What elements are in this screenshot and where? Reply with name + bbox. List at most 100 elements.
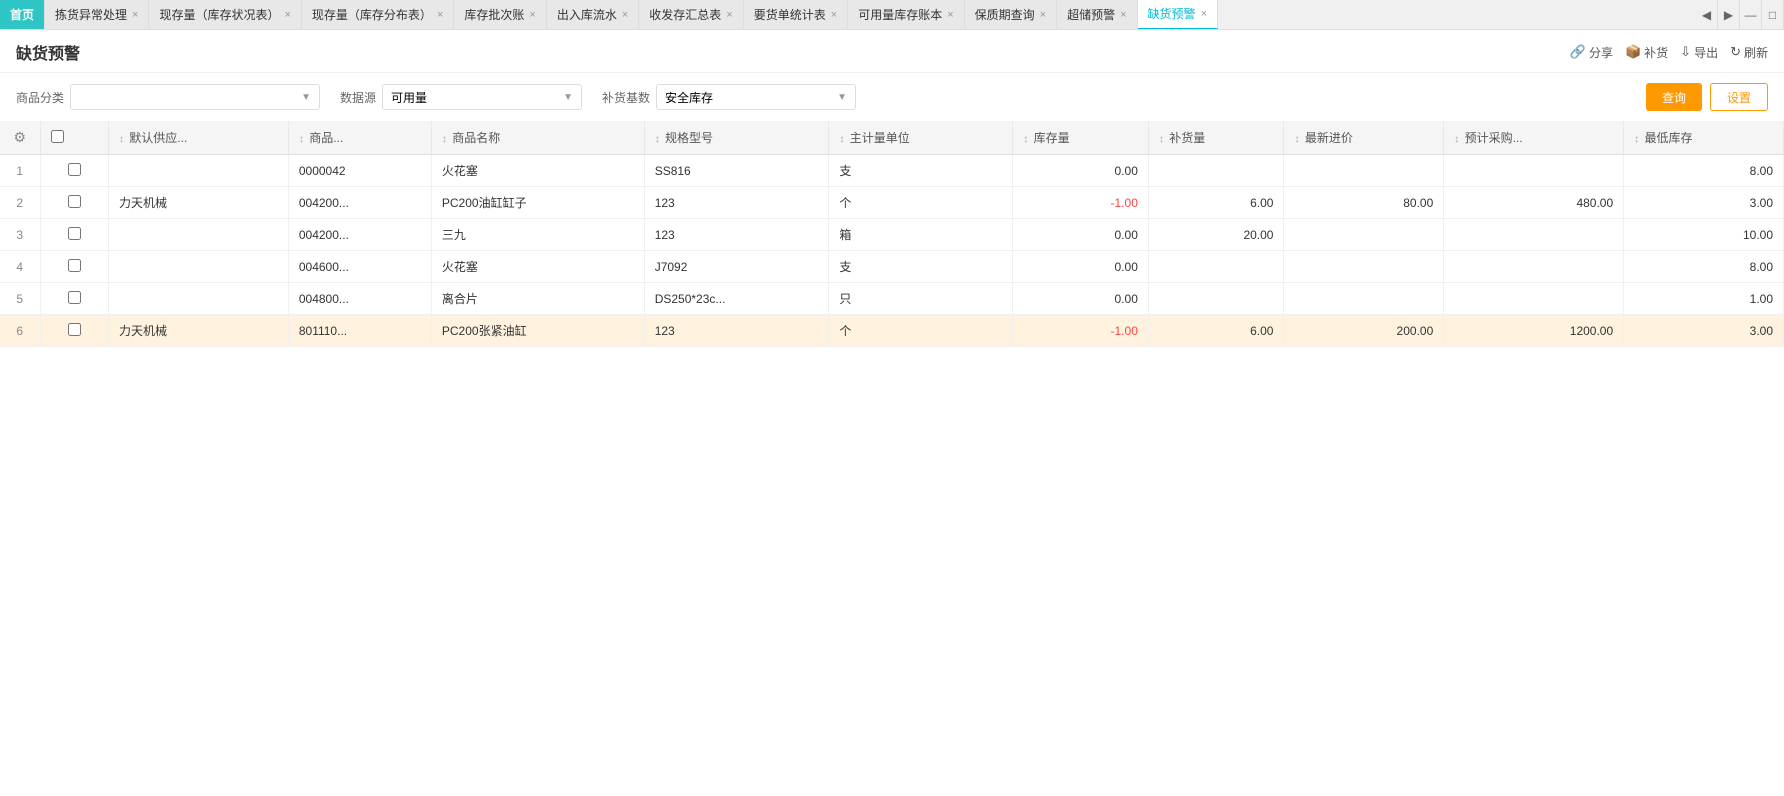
tab-close-available-ledger[interactable]: ×: [947, 9, 953, 21]
col-estimated-purchase[interactable]: ↕ 预计采购...: [1444, 121, 1624, 155]
row-check-3[interactable]: [68, 259, 81, 272]
table-row[interactable]: 6 力天机械 801110... PC200张紧油缸 123 个 -1.00 6…: [0, 315, 1784, 347]
refresh-btn[interactable]: ↻ 刷新: [1730, 44, 1768, 61]
tab-receive-summary[interactable]: 收发存汇总表 ×: [639, 0, 743, 30]
row-check-0[interactable]: [68, 163, 81, 176]
tab-bar: 首页 拣货异常处理×现存量（库存状况表）×现存量（库存分布表）×库存批次账×出入…: [0, 0, 1784, 30]
tab-close-expiry-query[interactable]: ×: [1040, 9, 1046, 21]
table-row[interactable]: 4 004600... 火花塞 J7092 支 0.00 8.00: [0, 251, 1784, 283]
row-check-4[interactable]: [68, 291, 81, 304]
row-checkbox-2[interactable]: [40, 219, 108, 251]
category-chevron-icon: ▼: [301, 92, 311, 103]
row-checkbox-4[interactable]: [40, 283, 108, 315]
tab-close-batch-account[interactable]: ×: [529, 9, 535, 21]
col-spec[interactable]: ↕ 规格型号: [644, 121, 829, 155]
header-actions: 🔗 分享 📦 补货 ⇩ 导出 ↻ 刷新: [1570, 44, 1768, 61]
row-checkbox-1[interactable]: [40, 187, 108, 219]
row-spec-5: 123: [644, 315, 829, 347]
row-check-1[interactable]: [68, 195, 81, 208]
col-restock-qty[interactable]: ↕ 补货量: [1148, 121, 1284, 155]
tab-batch-account[interactable]: 库存批次账×: [454, 0, 546, 30]
row-price-3: [1284, 251, 1444, 283]
col-unit-label: 主计量单位: [850, 131, 910, 145]
tab-abnormal[interactable]: 拣货异常处理×: [45, 0, 149, 30]
row-restock-4: [1148, 283, 1284, 315]
tab-label-expiry-query: 保质期查询: [975, 6, 1035, 23]
row-minstock-3: 8.00: [1624, 251, 1784, 283]
row-supplier-1: 力天机械: [108, 187, 288, 219]
tab-next-btn[interactable]: ▶: [1718, 0, 1740, 30]
datasource-select[interactable]: 可用量 ▼: [382, 84, 582, 110]
tab-close-demand-stats[interactable]: ×: [831, 9, 837, 21]
sort-estimated-icon: ↕: [1454, 134, 1459, 145]
tab-label-receive-summary: 收发存汇总表: [649, 6, 721, 23]
col-stock[interactable]: ↕ 库存量: [1013, 121, 1149, 155]
share-btn[interactable]: 🔗 分享: [1570, 44, 1613, 61]
col-product-code[interactable]: ↕ 商品...: [288, 121, 431, 155]
col-product-name[interactable]: ↕ 商品名称: [431, 121, 644, 155]
query-button[interactable]: 查询: [1646, 83, 1702, 111]
col-gear[interactable]: ⚙: [0, 121, 40, 155]
table-row[interactable]: 3 004200... 三九 123 箱 0.00 20.00 10.00: [0, 219, 1784, 251]
row-num-0: 1: [0, 155, 40, 187]
tab-overstock[interactable]: 超储预警×: [1057, 0, 1137, 30]
row-estimated-0: [1444, 155, 1624, 187]
tab-minimize-btn[interactable]: —: [1740, 0, 1762, 30]
row-stock-4: 0.00: [1013, 283, 1149, 315]
tab-available-ledger[interactable]: 可用量库存账本 ×: [848, 0, 964, 30]
tab-inventory-dist[interactable]: 现存量（库存分布表）×: [302, 0, 454, 30]
row-num-1: 2: [0, 187, 40, 219]
gear-icon[interactable]: ⚙: [13, 129, 26, 145]
row-price-0: [1284, 155, 1444, 187]
tab-close-inout-flow[interactable]: ×: [622, 9, 628, 21]
row-restock-0: [1148, 155, 1284, 187]
col-default-supplier[interactable]: ↕ 默认供应...: [108, 121, 288, 155]
tab-demand-stats[interactable]: 要货单统计表×: [744, 0, 848, 30]
row-restock-5: 6.00: [1148, 315, 1284, 347]
restock-btn[interactable]: 📦 补货: [1625, 44, 1668, 61]
datasource-value: 可用量: [391, 89, 427, 106]
row-checkbox-3[interactable]: [40, 251, 108, 283]
row-estimated-5: 1200.00: [1444, 315, 1624, 347]
page-title: 缺货预警: [16, 40, 80, 64]
category-select[interactable]: ▼: [70, 84, 320, 110]
tab-close-inventory-dist[interactable]: ×: [437, 9, 443, 21]
row-estimated-3: [1444, 251, 1624, 283]
col-min-stock[interactable]: ↕ 最低库存: [1624, 121, 1784, 155]
tab-close-inventory-status[interactable]: ×: [284, 9, 290, 21]
settings-button[interactable]: 设置: [1710, 83, 1768, 111]
tab-prev-btn[interactable]: ◀: [1696, 0, 1718, 30]
row-unit-5: 个: [829, 315, 1013, 347]
tab-close-abnormal[interactable]: ×: [132, 9, 138, 21]
row-num-4: 5: [0, 283, 40, 315]
table-row[interactable]: 5 004800... 离合片 DS250*23c... 只 0.00 1.00: [0, 283, 1784, 315]
table-row[interactable]: 1 0000042 火花塞 SS816 支 0.00 8.00: [0, 155, 1784, 187]
row-restock-2: 20.00: [1148, 219, 1284, 251]
row-supplier-3: [108, 251, 288, 283]
tab-close-shortage[interactable]: ×: [1201, 8, 1207, 20]
select-all-checkbox[interactable]: [51, 130, 64, 143]
restock-base-select[interactable]: 安全库存 ▼: [656, 84, 856, 110]
sort-price-icon: ↕: [1294, 134, 1299, 145]
tab-maximize-btn[interactable]: □: [1762, 0, 1784, 30]
col-unit[interactable]: ↕ 主计量单位: [829, 121, 1013, 155]
export-btn[interactable]: ⇩ 导出: [1680, 44, 1718, 61]
row-check-5[interactable]: [68, 323, 81, 336]
tab-close-receive-summary[interactable]: ×: [726, 9, 732, 21]
table-row[interactable]: 2 力天机械 004200... PC200油缸缸子 123 个 -1.00 6…: [0, 187, 1784, 219]
main-table: ⚙ ↕ 默认供应... ↕ 商品... ↕ 商品名称: [0, 121, 1784, 347]
row-supplier-4: [108, 283, 288, 315]
tab-label-available-ledger: 可用量库存账本: [858, 6, 942, 23]
row-checkbox-5[interactable]: [40, 315, 108, 347]
tab-shortage[interactable]: 缺货预警×: [1138, 0, 1218, 30]
tab-expiry-query[interactable]: 保质期查询 ×: [965, 0, 1057, 30]
table-body: 1 0000042 火花塞 SS816 支 0.00 8.00 2 力天机械 0…: [0, 155, 1784, 347]
tab-home[interactable]: 首页: [0, 0, 45, 30]
tab-close-overstock[interactable]: ×: [1120, 9, 1126, 21]
row-checkbox-0[interactable]: [40, 155, 108, 187]
tab-inout-flow[interactable]: 出入库流水×: [547, 0, 639, 30]
tab-inventory-status[interactable]: 现存量（库存状况表）×: [149, 0, 301, 30]
col-latest-price[interactable]: ↕ 最新进价: [1284, 121, 1444, 155]
row-unit-1: 个: [829, 187, 1013, 219]
row-check-2[interactable]: [68, 227, 81, 240]
